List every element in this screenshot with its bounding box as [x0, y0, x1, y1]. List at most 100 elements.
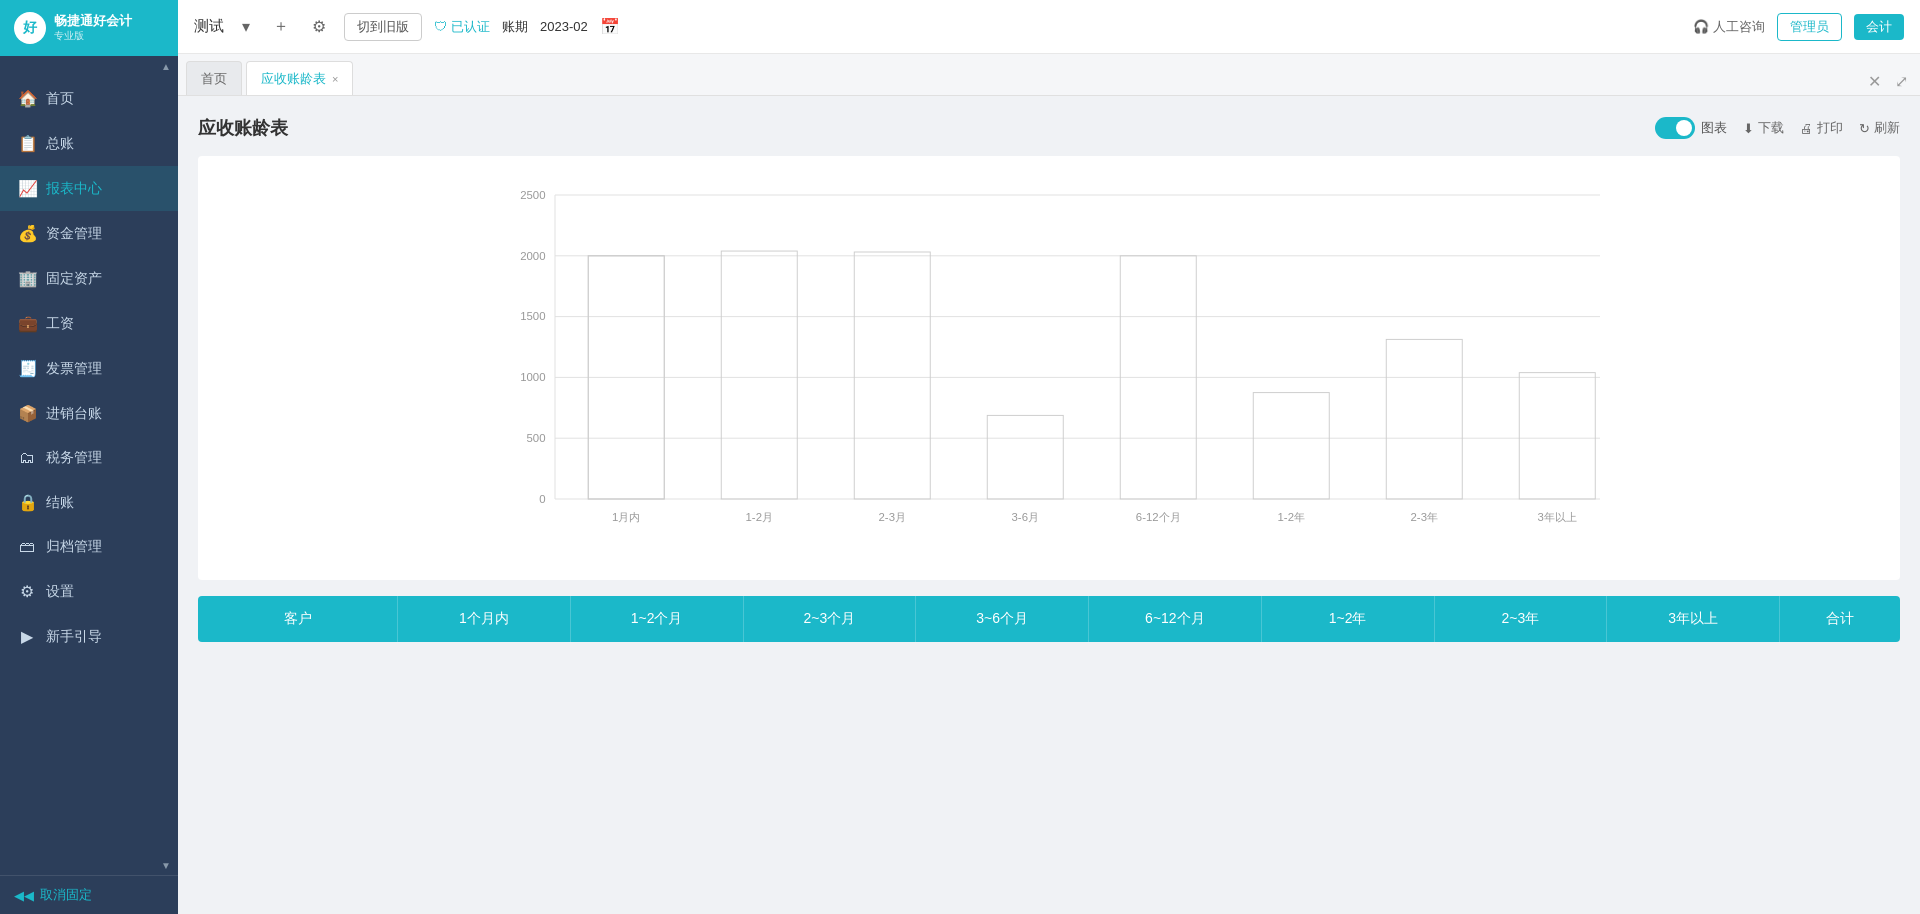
sidebar-label-ledger: 总账	[46, 135, 74, 153]
svg-text:1000: 1000	[520, 371, 545, 383]
svg-text:2-3年: 2-3年	[1411, 511, 1438, 523]
page-header: 应收账龄表 图表 ⬇ 下载 🖨 打印 ↻ 刷新	[198, 116, 1900, 140]
data-table: 客户 1个月内 1~2个月 2~3个月 3~6个月 6~12个月 1~2年 2~…	[198, 596, 1900, 642]
project-name: 测试	[194, 17, 224, 36]
tab-home[interactable]: 首页	[186, 61, 242, 95]
svg-text:6-12个月: 6-12个月	[1136, 511, 1181, 523]
sidebar-label-funds: 资金管理	[46, 225, 102, 243]
sidebar-item-guide[interactable]: ▶ 新手引导	[0, 614, 178, 659]
tab-expand-button[interactable]: ⤢	[1891, 68, 1912, 95]
unfix-label: 取消固定	[40, 886, 92, 904]
sidebar-label-invoice: 发票管理	[46, 360, 102, 378]
sidebar-item-settings[interactable]: ⚙ 设置	[0, 569, 178, 614]
th-3-6months: 3~6个月	[916, 596, 1089, 642]
shield-icon: 🛡	[434, 19, 447, 34]
close-books-icon: 🔒	[18, 493, 36, 512]
sidebar-label-assets: 固定资产	[46, 270, 102, 288]
sidebar-item-inventory[interactable]: 📦 进销台账	[0, 391, 178, 436]
sidebar-label-guide: 新手引导	[46, 628, 102, 646]
unfix-icon: ◀◀	[14, 888, 34, 903]
sidebar-item-home[interactable]: 🏠 首页	[0, 76, 178, 121]
calendar-icon[interactable]: 📅	[600, 17, 620, 36]
tax-icon: 🗂	[18, 449, 36, 467]
archive-icon: 🗃	[18, 538, 36, 556]
main-area: 测试 ▾ ＋ ⚙ 切到旧版 🛡 已认证 账期 2023-02 📅 🎧 人工咨询 …	[178, 0, 1920, 914]
th-2-3months: 2~3个月	[744, 596, 917, 642]
chart-toggle-wrap: 图表	[1655, 117, 1727, 139]
unfix-sidebar-button[interactable]: ◀◀ 取消固定	[0, 875, 178, 914]
sidebar-label-home: 首页	[46, 90, 74, 108]
scroll-up-arrow[interactable]: ▲	[158, 58, 174, 74]
sidebar-item-assets[interactable]: 🏢 固定资产	[0, 256, 178, 301]
svg-text:0: 0	[539, 493, 545, 505]
refresh-button[interactable]: ↻ 刷新	[1859, 119, 1900, 137]
manager-button[interactable]: 管理员	[1777, 13, 1842, 41]
logo-icon: 好	[14, 12, 46, 44]
add-project-button[interactable]: ＋	[268, 14, 294, 40]
sidebar-logo: 好 畅捷通好会计 专业版	[0, 0, 178, 56]
scroll-down-arrow[interactable]: ▼	[158, 857, 174, 873]
home-icon: 🏠	[18, 89, 36, 108]
sidebar-item-invoice[interactable]: 🧾 发票管理	[0, 346, 178, 391]
svg-text:1-2月: 1-2月	[746, 511, 773, 523]
download-icon: ⬇	[1743, 121, 1754, 136]
sidebar-item-funds[interactable]: 💰 资金管理	[0, 211, 178, 256]
tab-close-window-button[interactable]: ✕	[1864, 68, 1885, 95]
topbar-right: 🎧 人工咨询 管理员 会计	[1693, 13, 1904, 41]
switch-version-button[interactable]: 切到旧版	[344, 13, 422, 41]
assets-icon: 🏢	[18, 269, 36, 288]
certified-text: 已认证	[451, 18, 490, 36]
funds-icon: 💰	[18, 224, 36, 243]
consult-button[interactable]: 🎧 人工咨询	[1693, 18, 1765, 36]
svg-rect-17	[721, 251, 797, 499]
sidebar-item-reports[interactable]: 📈 报表中心	[0, 166, 178, 211]
period-value: 2023-02	[540, 19, 588, 34]
bar-chart-svg: 0 500 1000 1500 2000 2500 1月内 1-2月	[218, 176, 1880, 556]
sidebar-item-tax[interactable]: 🗂 税务管理	[0, 436, 178, 480]
svg-rect-25	[1253, 393, 1329, 499]
sidebar-label-salary: 工资	[46, 315, 74, 333]
tab-close-icon[interactable]: ×	[332, 73, 338, 85]
svg-rect-27	[1386, 339, 1462, 499]
page-actions: 图表 ⬇ 下载 🖨 打印 ↻ 刷新	[1655, 117, 1900, 139]
sidebar-item-ledger[interactable]: 📋 总账	[0, 121, 178, 166]
app-edition: 专业版	[54, 29, 132, 43]
sidebar-item-salary[interactable]: 💼 工资	[0, 301, 178, 346]
tab-accounts-aging[interactable]: 应收账龄表 ×	[246, 61, 353, 95]
th-1month: 1个月内	[398, 596, 571, 642]
project-dropdown-icon[interactable]: ▾	[236, 17, 256, 37]
th-1-2years: 1~2年	[1262, 596, 1435, 642]
svg-text:3-6月: 3-6月	[1012, 511, 1039, 523]
sidebar-item-archive[interactable]: 🗃 归档管理	[0, 525, 178, 569]
svg-rect-19	[854, 252, 930, 499]
role-button[interactable]: 会计	[1854, 14, 1904, 40]
table-header-row: 客户 1个月内 1~2个月 2~3个月 3~6个月 6~12个月 1~2年 2~…	[198, 596, 1900, 642]
refresh-icon: ↻	[1859, 121, 1870, 136]
sidebar-label-archive: 归档管理	[46, 538, 102, 556]
page-title: 应收账龄表	[198, 116, 288, 140]
svg-text:1月内: 1月内	[612, 511, 640, 523]
th-2-3years: 2~3年	[1435, 596, 1608, 642]
chart-toggle[interactable]	[1655, 117, 1695, 139]
sidebar-item-close[interactable]: 🔒 结账	[0, 480, 178, 525]
period-label: 账期	[502, 18, 528, 36]
svg-text:1500: 1500	[520, 310, 545, 322]
chart-area: 0 500 1000 1500 2000 2500 1月内 1-2月	[198, 156, 1900, 580]
app-name: 畅捷通好会计	[54, 13, 132, 30]
content-area: 应收账龄表 图表 ⬇ 下载 🖨 打印 ↻ 刷新	[178, 96, 1920, 914]
print-button[interactable]: 🖨 打印	[1800, 119, 1843, 137]
svg-text:1-2年: 1-2年	[1278, 511, 1305, 523]
sidebar-label-tax: 税务管理	[46, 449, 102, 467]
th-6-12months: 6~12个月	[1089, 596, 1262, 642]
inventory-icon: 📦	[18, 404, 36, 423]
th-1-2months: 1~2个月	[571, 596, 744, 642]
salary-icon: 💼	[18, 314, 36, 333]
svg-rect-29	[1519, 373, 1595, 499]
svg-rect-21	[987, 415, 1063, 499]
download-button[interactable]: ⬇ 下载	[1743, 119, 1784, 137]
reports-icon: 📈	[18, 179, 36, 198]
th-3plus-years: 3年以上	[1607, 596, 1780, 642]
headset-icon: 🎧	[1693, 19, 1709, 34]
settings-gear-icon[interactable]: ⚙	[306, 14, 332, 40]
ledger-icon: 📋	[18, 134, 36, 153]
